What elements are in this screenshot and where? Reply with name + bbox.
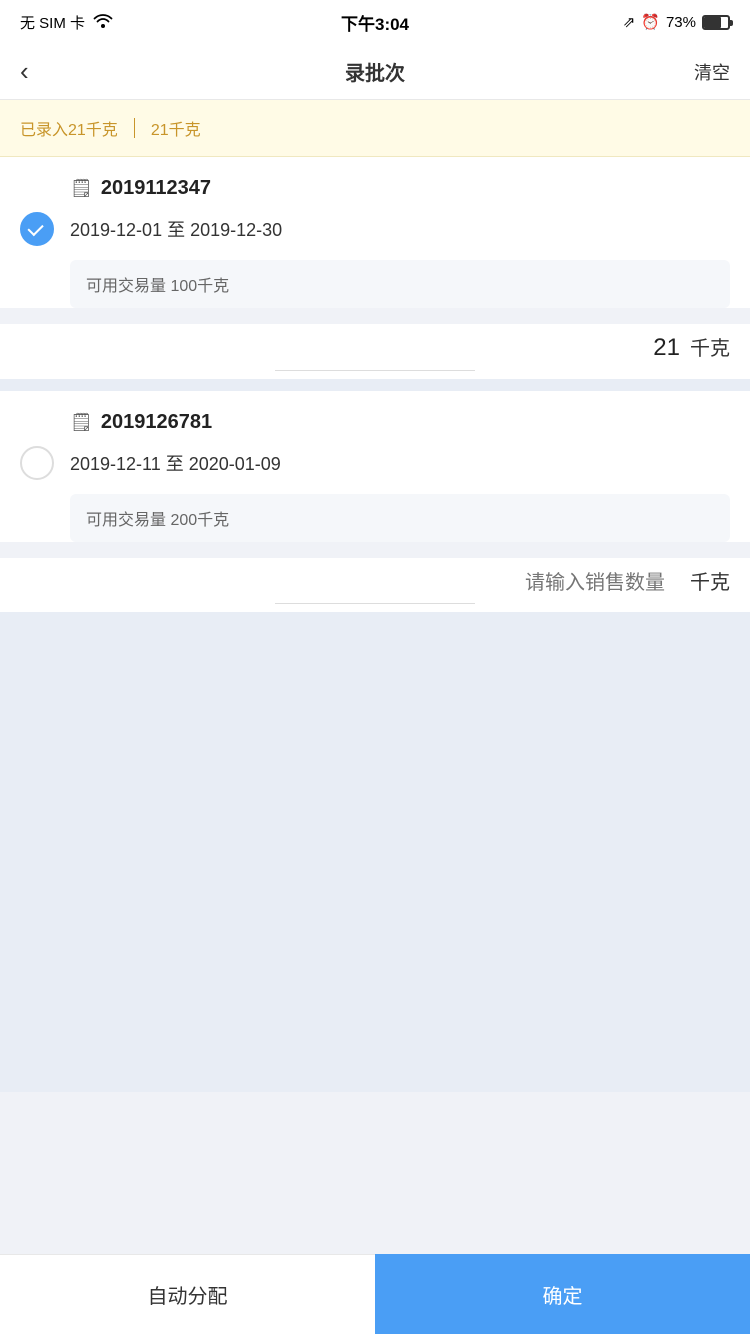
status-right: ⇗ ⏰ 73% — [623, 13, 730, 31]
carrier-text: 无 SIM 卡 — [20, 12, 85, 33]
batch2-id: 2019126781 — [101, 411, 212, 434]
alarm-icon: ⏰ — [641, 13, 660, 31]
batch1-id: 2019112347 — [101, 177, 211, 200]
page-title: 录批次 — [345, 57, 405, 86]
location-icon: ⇗ — [623, 13, 636, 31]
batch2-header: 🗒 2019126781 — [20, 411, 730, 434]
batch1-date-row: 2019-12-01 至 2019-12-30 — [20, 212, 730, 246]
batch1-date: 2019-12-01 至 2019-12-30 — [70, 216, 282, 242]
batch1-quantity-value: 21 — [653, 334, 680, 362]
batch2-input-row: 千克 — [0, 558, 750, 603]
batch2-date-row: 2019-12-11 至 2020-01-09 — [20, 446, 730, 480]
batch2-date: 2019-12-11 至 2020-01-09 — [70, 450, 281, 476]
battery-icon — [702, 15, 730, 30]
back-button[interactable]: ‹ — [20, 56, 29, 87]
batch2-radio[interactable] — [20, 446, 54, 480]
batch2-input-underline — [0, 603, 750, 612]
total-label: 21千克 — [151, 116, 201, 140]
nav-bar: ‹ 录批次 清空 — [0, 44, 750, 100]
empty-area — [0, 612, 750, 1092]
wifi-icon — [93, 12, 113, 32]
banner-divider — [134, 118, 135, 138]
bottom-bar: 自动分配 确定 — [0, 1254, 750, 1334]
batch1-header: 🗒 2019112347 — [20, 177, 730, 200]
batch-card-2: 🗒 2019126781 2019-12-11 至 2020-01-09 可用交… — [0, 391, 750, 542]
batch1-radio[interactable] — [20, 212, 54, 246]
status-time: 下午3:04 — [341, 10, 409, 35]
batch1-divider — [0, 370, 750, 379]
batch2-quantity-input[interactable] — [20, 572, 680, 595]
batch1-quantity-unit: 千克 — [690, 332, 730, 361]
batch-card-1: 🗒 2019112347 2019-12-01 至 2019-12-30 可用交… — [0, 157, 750, 308]
batch1-icon: 🗒 — [70, 178, 93, 199]
batch2-unit: 千克 — [690, 566, 730, 595]
status-bar: 无 SIM 卡 下午3:04 ⇗ ⏰ 73% — [0, 0, 750, 44]
info-banner: 已录入21千克 21千克 — [0, 100, 750, 157]
recorded-label: 已录入21千克 — [20, 116, 118, 140]
batch2-icon: 🗒 — [70, 412, 93, 433]
auto-distribute-button[interactable]: 自动分配 — [0, 1254, 375, 1334]
clear-button[interactable]: 清空 — [694, 59, 730, 85]
confirm-button[interactable]: 确定 — [375, 1254, 750, 1334]
section-divider — [0, 379, 750, 391]
batch1-available: 可用交易量 100千克 — [70, 260, 730, 308]
battery-text: 73% — [666, 14, 696, 31]
batch2-available: 可用交易量 200千克 — [70, 494, 730, 542]
status-left: 无 SIM 卡 — [20, 12, 113, 33]
batch1-quantity-row: 21 千克 — [0, 324, 750, 370]
